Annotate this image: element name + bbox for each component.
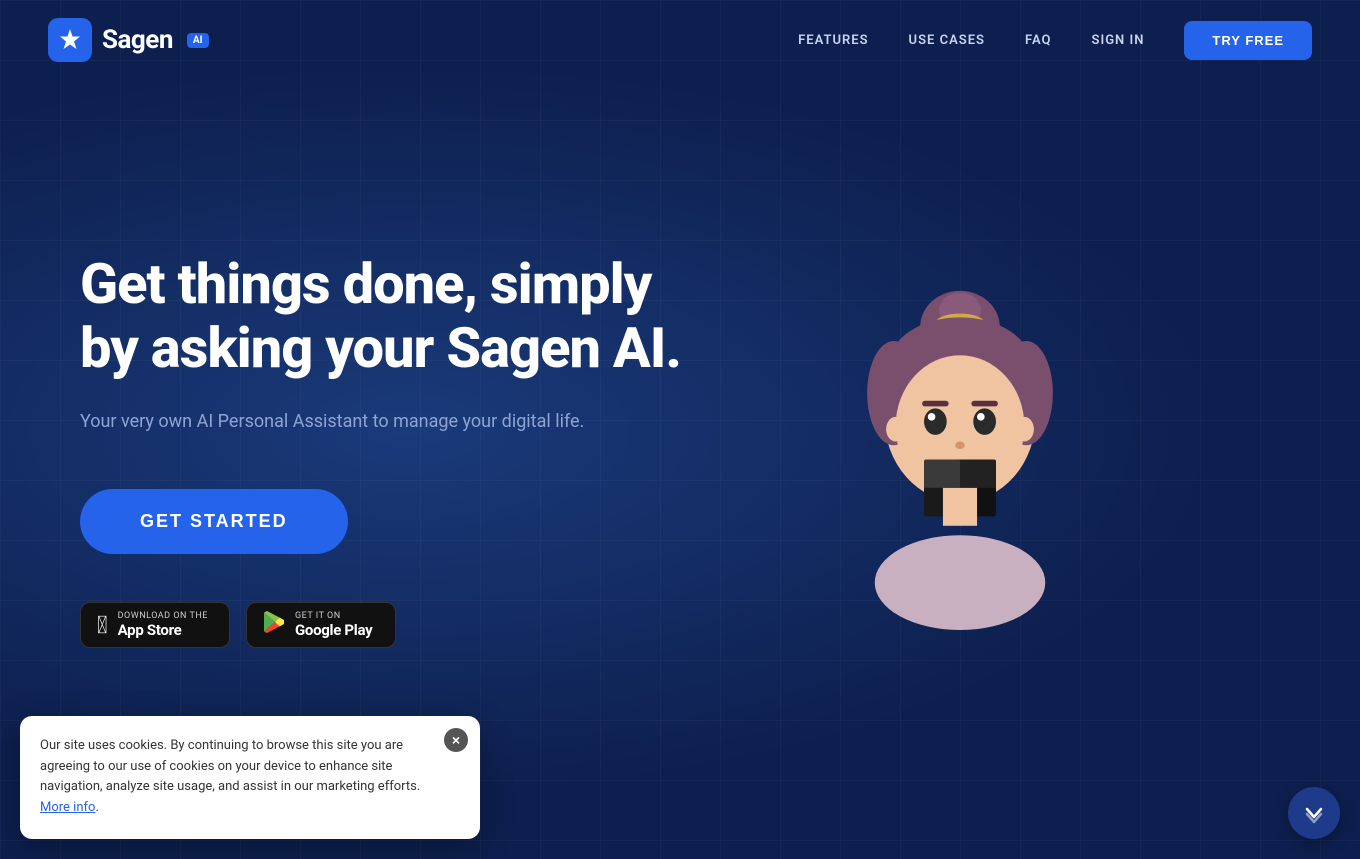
app-store-badge[interactable]:  Download on the App Store (80, 602, 230, 648)
apple-icon:  (97, 611, 108, 639)
app-store-small-text: Download on the (118, 611, 208, 621)
app-store-text: Download on the App Store (118, 611, 208, 639)
cookie-period: . (95, 800, 98, 815)
play-store-text: GET IT ON Google Play (295, 611, 372, 639)
hero-title-line1: Get things done, simply (80, 251, 651, 317)
cookie-text: Our site uses cookies. By continuing to … (40, 736, 430, 819)
store-badges:  Download on the App Store G (80, 602, 760, 648)
play-store-big-text: Google Play (295, 621, 372, 639)
ai-character-svg (810, 270, 1110, 630)
cookie-banner: Our site uses cookies. By continuing to … (20, 716, 480, 839)
get-started-button[interactable]: GET STARTED (80, 489, 348, 554)
hero-subtitle: Your very own AI Personal Assistant to m… (80, 408, 760, 437)
nav-link-use-cases[interactable]: USE CASES (909, 33, 985, 48)
cookie-more-info-link[interactable]: More info (40, 800, 95, 815)
hero-title-line2: by asking your Sagen AI. (80, 315, 681, 381)
brand-name: Sagen (102, 25, 173, 55)
nav-link-features[interactable]: FEATURES (798, 33, 868, 48)
nav-link-sign-in[interactable]: SIGN IN (1092, 33, 1145, 48)
app-store-big-text: App Store (118, 621, 208, 639)
close-icon: × (452, 732, 460, 748)
play-store-small-text: GET IT ON (295, 611, 372, 621)
cookie-message: Our site uses cookies. By continuing to … (40, 738, 420, 795)
scroll-down-button[interactable] (1288, 787, 1340, 839)
logo-icon (48, 18, 92, 62)
play-icon (263, 611, 285, 639)
nav-link-faq[interactable]: FAQ (1025, 33, 1052, 48)
nav-links: FEATURES USE CASES FAQ SIGN IN TRY FREE (798, 21, 1312, 60)
google-play-badge[interactable]: GET IT ON Google Play (246, 602, 396, 648)
hero-content: Get things done, simply by asking your S… (80, 252, 760, 649)
cookie-close-button[interactable]: × (444, 728, 468, 752)
hero-title: Get things done, simply by asking your S… (80, 252, 760, 381)
hero-avatar (760, 250, 1160, 650)
chevron-down-icon (1303, 802, 1325, 824)
navbar: Sagen AI FEATURES USE CASES FAQ SIGN IN … (0, 0, 1360, 80)
logo-area: Sagen AI (48, 18, 209, 62)
hero-section: Get things done, simply by asking your S… (0, 80, 1360, 760)
brand-badge: AI (187, 33, 209, 48)
try-free-button[interactable]: TRY FREE (1184, 21, 1312, 60)
